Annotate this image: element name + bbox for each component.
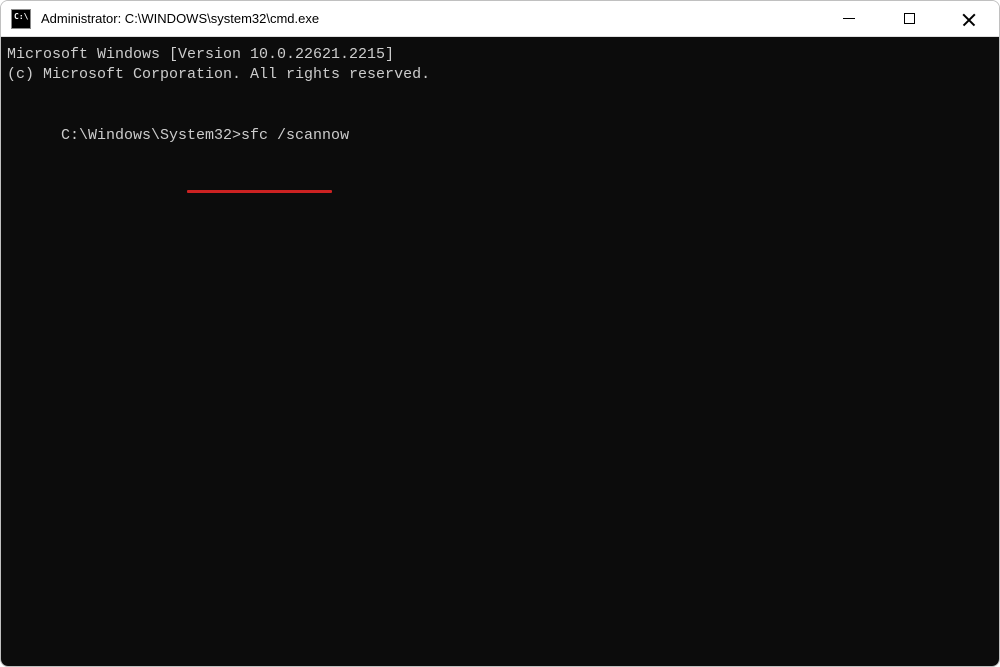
cmd-window: C:\ Administrator: C:\WINDOWS\system32\c… (0, 0, 1000, 667)
cmd-icon: C:\ (11, 9, 31, 29)
titlebar[interactable]: C:\ Administrator: C:\WINDOWS\system32\c… (1, 1, 999, 37)
terminal-body[interactable]: Microsoft Windows [Version 10.0.22621.22… (1, 37, 999, 666)
cmd-icon-text: C:\ (14, 12, 28, 21)
minimize-icon (843, 18, 855, 19)
minimize-button[interactable] (819, 1, 879, 36)
prompt-text: C:\Windows\System32> (61, 127, 241, 144)
window-title: Administrator: C:\WINDOWS\system32\cmd.e… (41, 11, 819, 26)
annotation-underline (187, 190, 332, 193)
close-icon (962, 12, 976, 26)
version-line: Microsoft Windows [Version 10.0.22621.22… (7, 45, 993, 65)
window-controls (819, 1, 999, 36)
blank-line (7, 86, 993, 106)
close-button[interactable] (939, 1, 999, 36)
maximize-button[interactable] (879, 1, 939, 36)
command-text: sfc /scannow (241, 127, 349, 144)
copyright-line: (c) Microsoft Corporation. All rights re… (7, 65, 993, 85)
prompt-line: C:\Windows\System32>sfc /scannow (7, 106, 349, 187)
maximize-icon (904, 13, 915, 24)
